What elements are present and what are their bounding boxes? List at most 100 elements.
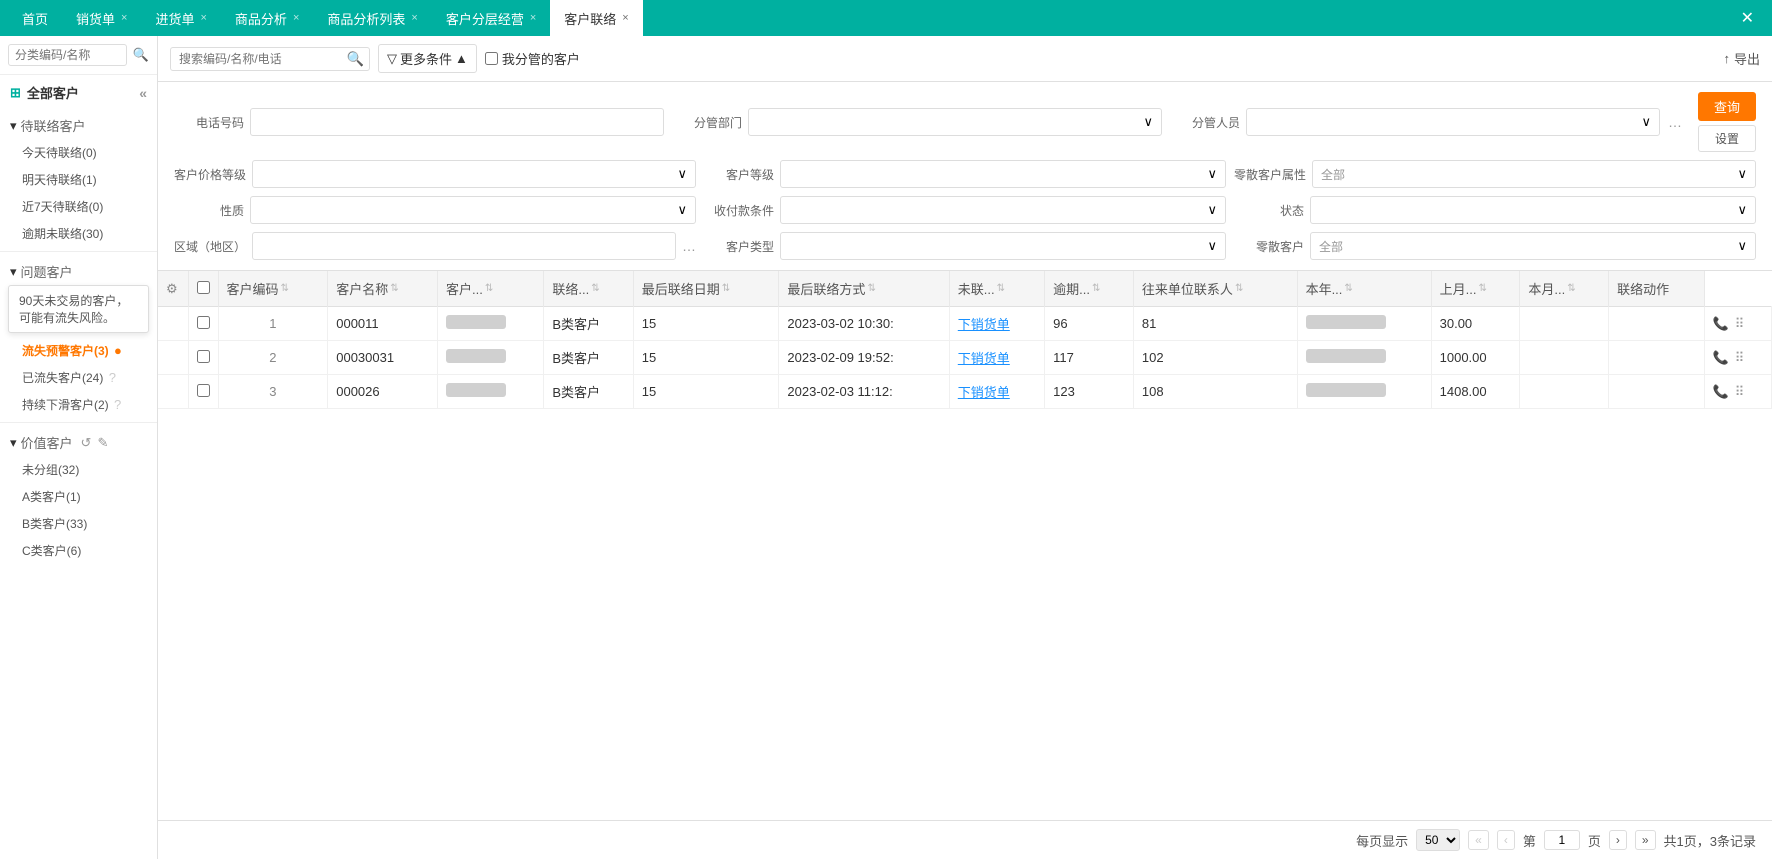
row-last-method[interactable]: 下销货单 [949,341,1044,375]
payment-select[interactable]: ∨ [780,196,1226,224]
chevron-up-icon: ▲ [455,51,468,66]
close-purchase-tab-icon[interactable]: × [200,12,206,24]
sort-icon-last-month[interactable]: ⇅ [1478,283,1486,294]
price-grade-select[interactable]: ∨ [252,160,696,188]
next-page-button[interactable]: › [1609,830,1627,850]
close-goods-analysis-list-tab-icon[interactable]: × [411,12,417,24]
row-last-method[interactable]: 下销货单 [949,375,1044,409]
settings-button[interactable]: 设置 [1698,125,1756,152]
retail-attr-select[interactable]: 全部 ∨ [1312,160,1756,188]
nav-tab-goods-analysis-list[interactable]: 商品分析列表 × [313,0,431,36]
last-method-link[interactable]: 下销货单 [958,317,1010,332]
action-phone-icon[interactable]: 📞 [1713,350,1729,366]
sidebar-item-c-class[interactable]: C类客户(6) [0,537,157,564]
sort-icon-company-contact[interactable]: ⇅ [1235,283,1243,294]
sort-icon-last-method[interactable]: ⇅ [867,283,875,294]
page-size-select[interactable]: 50 [1416,829,1460,851]
table-area: ⚙ 客户编码 ⇅ 客户名称 [158,271,1772,820]
more-filter-button[interactable]: ▽ 更多条件 ▲ [378,44,477,73]
action-more-icon[interactable]: ⠿ [1735,384,1745,400]
nav-tab-sales[interactable]: 销货单 × [62,0,141,36]
all-customers-header[interactable]: ⊞ 全部客户 « [0,75,157,110]
toolbar: 🔍 ▽ 更多条件 ▲ 我分管的客户 ↑ 导出 [158,36,1772,82]
sort-icon-type[interactable]: ⇅ [485,283,493,294]
row-select-checkbox[interactable] [197,384,210,397]
my-customers-checkbox[interactable] [485,52,498,65]
last-method-link[interactable]: 下销货单 [958,351,1010,366]
th-settings[interactable]: ⚙ [158,271,188,307]
last-method-link[interactable]: 下销货单 [958,385,1010,400]
close-goods-analysis-tab-icon[interactable]: × [293,12,299,24]
main-search-input[interactable] [170,47,370,71]
sidebar-item-churn-warning[interactable]: 流失预警客户(3) ● [0,337,157,364]
region-select[interactable] [252,232,676,260]
window-close-button[interactable]: ✕ [1731,8,1764,28]
region-dots[interactable]: … [682,238,696,254]
nav-tab-goods-analysis[interactable]: 商品分析 × [221,0,313,36]
action-phone-icon[interactable]: 📞 [1713,384,1729,400]
table-settings-icon[interactable]: ⚙ [166,281,178,296]
sidebar-item-a-class[interactable]: A类客户(1) [0,483,157,510]
nav-tab-home[interactable]: 首页 [8,0,62,36]
sidebar-search-input[interactable] [8,44,127,66]
close-customer-tier-tab-icon[interactable]: × [530,12,536,24]
sidebar-item-churned[interactable]: 已流失客户(24) ? [0,364,157,391]
customer-grade-select[interactable]: ∨ [780,160,1226,188]
sidebar-item-today[interactable]: 今天待联络(0) [0,139,157,166]
row-checkbox[interactable] [188,341,218,375]
query-button[interactable]: 查询 [1698,92,1756,121]
sidebar-item-tomorrow[interactable]: 明天待联络(1) [0,166,157,193]
action-phone-icon[interactable]: 📞 [1713,316,1729,332]
sidebar-item-declining[interactable]: 持续下滑客户(2) ? [0,391,157,418]
first-page-button[interactable]: « [1468,830,1489,850]
edit-icon[interactable]: ✎ [97,435,108,451]
sort-icon-uncontacted[interactable]: ⇅ [997,283,1005,294]
action-more-icon[interactable]: ⠿ [1735,316,1745,332]
sidebar-item-overdue[interactable]: 逾期未联络(30) [0,220,157,247]
th-checkbox[interactable] [188,271,218,307]
select-all-checkbox[interactable] [197,281,210,294]
phone-input[interactable] [250,108,664,136]
collapse-icon[interactable]: « [139,85,147,101]
export-button[interactable]: ↑ 导出 [1723,49,1760,68]
sort-icon-code[interactable]: ⇅ [281,283,289,294]
row-checkbox[interactable] [188,375,218,409]
close-customer-contact-tab-icon[interactable]: × [622,12,628,24]
row-last-method[interactable]: 下销货单 [949,307,1044,341]
sort-icon-this-month[interactable]: ⇅ [1567,283,1575,294]
customer-type-select[interactable]: ∨ [780,232,1226,260]
person-select[interactable]: ∨ [1246,108,1660,136]
retail-customer-select[interactable]: 全部 ∨ [1310,232,1756,260]
prev-page-button[interactable]: ‹ [1497,830,1515,850]
row-select-checkbox[interactable] [197,350,210,363]
sidebar-search-icon[interactable]: 🔍 [133,47,149,63]
my-customers-checkbox-label[interactable]: 我分管的客户 [485,49,580,68]
nav-tab-customer-contact[interactable]: 客户联络 × [550,0,642,36]
row-select-checkbox[interactable] [197,316,210,329]
sort-icon-contact[interactable]: ⇅ [591,283,599,294]
row-checkbox[interactable] [188,307,218,341]
status-select[interactable]: ∨ [1310,196,1756,224]
sort-icon-name[interactable]: ⇅ [390,283,398,294]
nav-tab-purchase[interactable]: 进货单 × [141,0,220,36]
last-page-button[interactable]: » [1635,830,1656,850]
close-sales-tab-icon[interactable]: × [121,12,127,24]
dept-select[interactable]: ∨ [748,108,1162,136]
sidebar-item-b-class[interactable]: B类客户(33) [0,510,157,537]
sort-icon-last-date[interactable]: ⇅ [722,283,730,294]
sidebar-item-ungrouped[interactable]: 未分组(32) [0,456,157,483]
filter-field-nature: 性质 ∨ [174,196,696,224]
row-name [437,341,543,375]
page-number-input[interactable] [1544,830,1580,850]
sort-icon-overdue[interactable]: ⇅ [1092,283,1100,294]
nature-select[interactable]: ∨ [250,196,696,224]
action-more-icon[interactable]: ⠿ [1735,350,1745,366]
sidebar-item-7days[interactable]: 近7天待联络(0) [0,193,157,220]
more-dots-1[interactable]: … [1668,114,1682,130]
nav-tab-customer-tier[interactable]: 客户分层经营 × [432,0,550,36]
row-code: 000026 [328,375,438,409]
divider-2 [0,422,157,423]
sort-icon-this-year[interactable]: ⇅ [1344,283,1352,294]
refresh-icon[interactable]: ↺ [81,435,92,451]
main-search-icon[interactable]: 🔍 [347,50,364,67]
